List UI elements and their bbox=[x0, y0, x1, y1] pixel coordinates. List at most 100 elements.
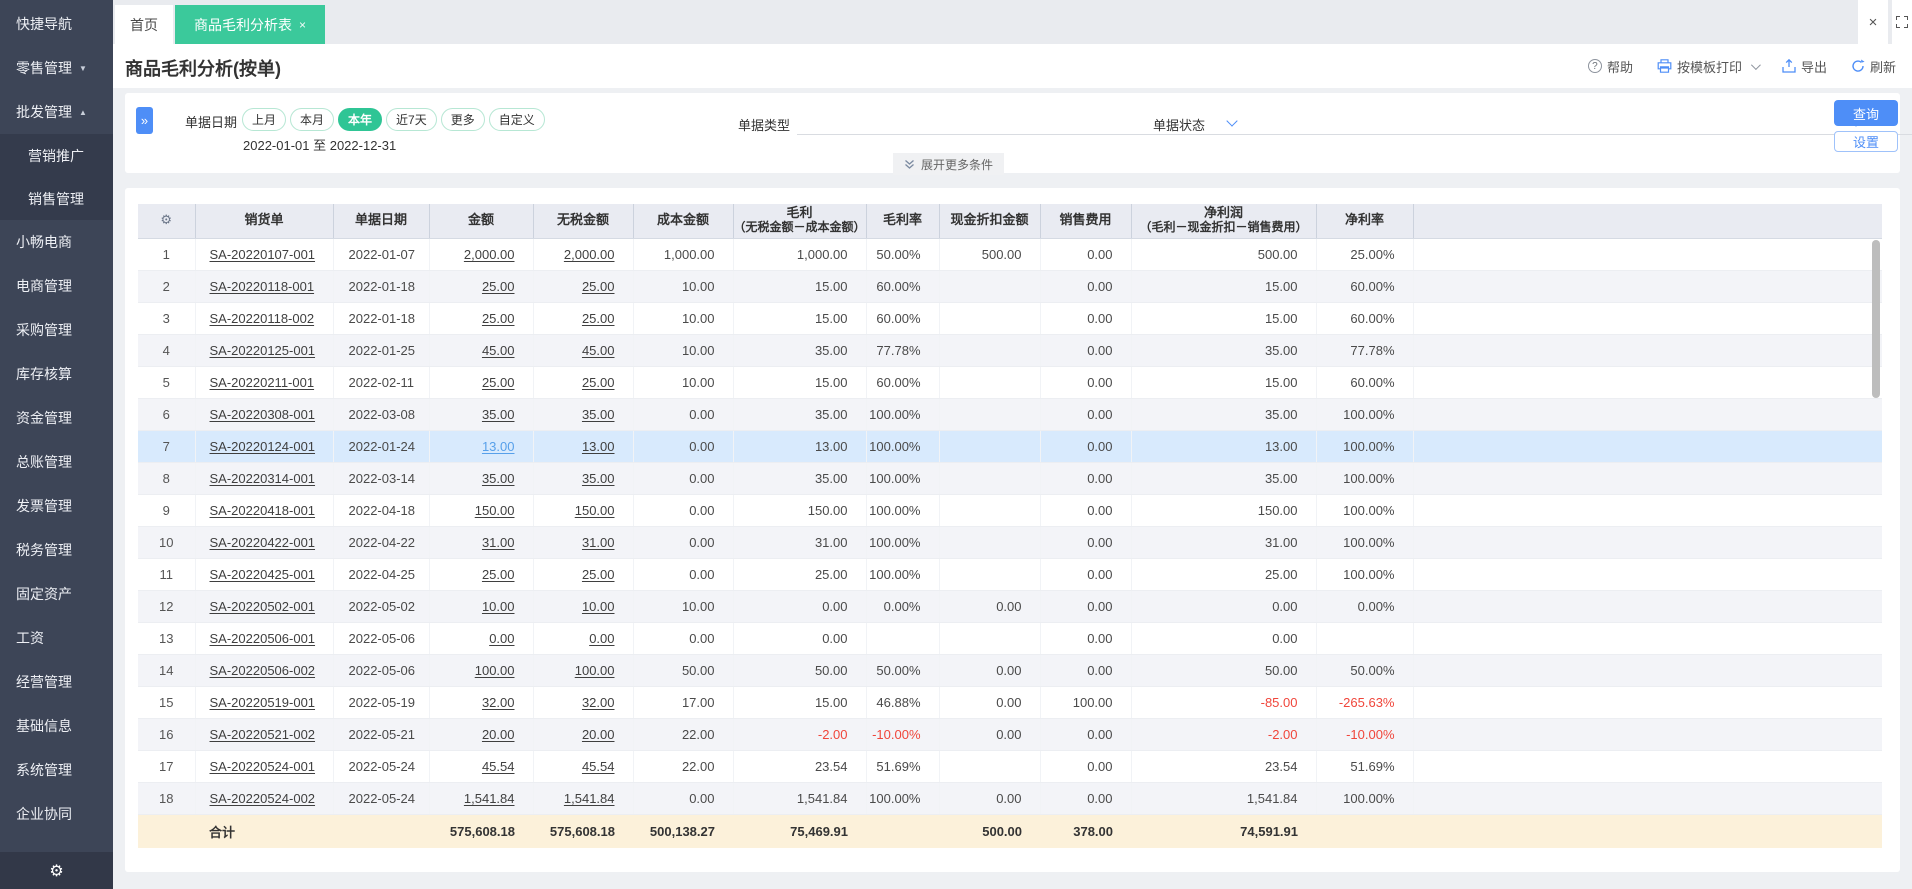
settings-button[interactable]: 设置 bbox=[1834, 131, 1898, 152]
sidebar-item-资金管理[interactable]: 资金管理 bbox=[0, 396, 113, 440]
sidebar-item-批发管理[interactable]: 批发管理 ▲ bbox=[0, 90, 113, 134]
cell-amount-link[interactable]: 31.00 bbox=[482, 535, 515, 550]
table-row[interactable]: 6 SA-20220308-001 2022-03-08 35.00 35.00 0.00… bbox=[138, 398, 1882, 431]
sidebar-item-营销推广[interactable]: 营销推广 bbox=[0, 134, 113, 177]
cell-amount-link[interactable]: 32.00 bbox=[482, 695, 515, 710]
table-row[interactable]: 5 SA-20220211-001 2022-02-11 25.00 25.00 10.0… bbox=[138, 366, 1882, 399]
doc-status-select[interactable] bbox=[1215, 109, 1912, 135]
cell-tax-free-amount-link[interactable]: 32.00 bbox=[582, 695, 615, 710]
date-pill-更多[interactable]: 更多 bbox=[440, 108, 485, 131]
fullscreen-button[interactable] bbox=[1892, 0, 1912, 44]
cell-tax-free-amount-link[interactable]: 10.00 bbox=[582, 599, 615, 614]
cell-doc-number-link[interactable]: SA-20220521-002 bbox=[210, 727, 316, 742]
cell-doc-number-link[interactable]: SA-20220519-001 bbox=[210, 695, 316, 710]
table-row[interactable]: 2 SA-20220118-001 2022-01-18 25.00 25.00 10.0… bbox=[138, 270, 1882, 303]
cell-doc-number-link[interactable]: SA-20220524-001 bbox=[210, 759, 316, 774]
refresh-button[interactable]: 刷新 bbox=[1851, 57, 1896, 76]
sidebar-item-快捷导航[interactable]: 快捷导航 bbox=[0, 2, 113, 46]
settings-gear-icon[interactable]: ⚙ bbox=[49, 861, 63, 881]
cell-doc-number-link[interactable]: SA-20220502-001 bbox=[210, 599, 316, 614]
chevron-down-icon[interactable] bbox=[1750, 59, 1761, 70]
tab-gross-profit-report[interactable]: 商品毛利分析表 × bbox=[175, 5, 325, 44]
sidebar-item-采购管理[interactable]: 采购管理 bbox=[0, 308, 113, 352]
cell-amount-link[interactable]: 25.00 bbox=[482, 567, 515, 582]
cell-tax-free-amount-link[interactable]: 0.00 bbox=[589, 631, 614, 646]
cell-doc-number-link[interactable]: SA-20220524-002 bbox=[210, 791, 316, 806]
sidebar-item-工资[interactable]: 工资 bbox=[0, 616, 113, 660]
sidebar-item-销售管理[interactable]: 销售管理 bbox=[0, 177, 113, 220]
cell-tax-free-amount-link[interactable]: 35.00 bbox=[582, 407, 615, 422]
column-settings-header[interactable]: ⚙ bbox=[138, 204, 196, 239]
sidebar-item-电商管理[interactable]: 电商管理 bbox=[0, 264, 113, 308]
cell-doc-number-link[interactable]: SA-20220418-001 bbox=[210, 503, 316, 518]
help-button[interactable]: ? 帮助 bbox=[1587, 57, 1633, 76]
cell-tax-free-amount-link[interactable]: 45.00 bbox=[582, 343, 615, 358]
expand-more-conditions-button[interactable]: 展开更多条件 bbox=[893, 153, 1005, 175]
tab-home[interactable]: 首页 bbox=[115, 5, 173, 44]
cell-doc-number-link[interactable]: SA-20220425-001 bbox=[210, 567, 316, 582]
cell-doc-number-link[interactable]: SA-20220107-001 bbox=[210, 247, 316, 262]
cell-tax-free-amount-link[interactable]: 1,541.84 bbox=[564, 791, 615, 806]
cell-amount-link[interactable]: 2,000.00 bbox=[464, 247, 515, 262]
date-pill-近7天[interactable]: 近7天 bbox=[386, 108, 437, 131]
table-row[interactable]: 3 SA-20220118-002 2022-01-18 25.00 25.00 10.0… bbox=[138, 302, 1882, 335]
sidebar-item-基础信息[interactable]: 基础信息 bbox=[0, 704, 113, 748]
cell-amount-link[interactable]: 45.00 bbox=[482, 343, 515, 358]
date-pill-上月[interactable]: 上月 bbox=[242, 108, 287, 131]
cell-tax-free-amount-link[interactable]: 150.00 bbox=[575, 503, 615, 518]
cell-amount-link[interactable]: 10.00 bbox=[482, 599, 515, 614]
query-button[interactable]: 查询 bbox=[1834, 100, 1898, 126]
cell-doc-number-link[interactable]: SA-20220422-001 bbox=[210, 535, 316, 550]
cell-amount-link[interactable]: 150.00 bbox=[475, 503, 515, 518]
cell-tax-free-amount-link[interactable]: 45.54 bbox=[582, 759, 615, 774]
table-row[interactable]: 11 SA-20220425-001 2022-04-25 25.00 25.00 0.0… bbox=[138, 558, 1882, 591]
cell-tax-free-amount-link[interactable]: 25.00 bbox=[582, 567, 615, 582]
table-row[interactable]: 17 SA-20220524-001 2022-05-24 45.54 45.54 22.… bbox=[138, 750, 1882, 783]
table-row[interactable]: 18 SA-20220524-002 2022-05-24 1,541.84 1,541… bbox=[138, 782, 1882, 815]
cell-doc-number-link[interactable]: SA-20220125-001 bbox=[210, 343, 316, 358]
cell-tax-free-amount-link[interactable]: 100.00 bbox=[575, 663, 615, 678]
sidebar-item-零售管理[interactable]: 零售管理 ▼ bbox=[0, 46, 113, 90]
vertical-scrollbar-thumb[interactable] bbox=[1872, 240, 1880, 398]
sidebar-item-总账管理[interactable]: 总账管理 bbox=[0, 440, 113, 484]
collapse-filter-button[interactable]: » bbox=[136, 107, 153, 134]
export-button[interactable]: 导出 bbox=[1782, 57, 1827, 76]
table-row[interactable]: 10 SA-20220422-001 2022-04-22 31.00 31.00 0.0… bbox=[138, 526, 1882, 559]
table-row[interactable]: 1 SA-20220107-001 2022-01-07 2,000.00 2,000.… bbox=[138, 238, 1882, 271]
sidebar-item-固定资产[interactable]: 固定资产 bbox=[0, 572, 113, 616]
cell-tax-free-amount-link[interactable]: 31.00 bbox=[582, 535, 615, 550]
cell-amount-link[interactable]: 25.00 bbox=[482, 311, 515, 326]
cell-doc-number-link[interactable]: SA-20220124-001 bbox=[210, 439, 316, 454]
tab-close-icon[interactable]: × bbox=[299, 19, 306, 31]
table-row[interactable]: 8 SA-20220314-001 2022-03-14 35.00 35.00 0.00… bbox=[138, 462, 1882, 495]
cell-amount-link[interactable]: 45.54 bbox=[482, 759, 515, 774]
close-tabs-button[interactable]: × bbox=[1858, 0, 1888, 44]
cell-tax-free-amount-link[interactable]: 35.00 bbox=[582, 471, 615, 486]
table-row[interactable]: 4 SA-20220125-001 2022-01-25 45.00 45.00 10.0… bbox=[138, 334, 1882, 367]
table-row[interactable]: 15 SA-20220519-001 2022-05-19 32.00 32.00 17.… bbox=[138, 686, 1882, 719]
sidebar-item-库存核算[interactable]: 库存核算 bbox=[0, 352, 113, 396]
cell-amount-link[interactable]: 0.00 bbox=[489, 631, 514, 646]
cell-tax-free-amount-link[interactable]: 25.00 bbox=[582, 375, 615, 390]
sidebar-item-发票管理[interactable]: 发票管理 bbox=[0, 484, 113, 528]
date-pill-自定义[interactable]: 自定义 bbox=[488, 108, 545, 131]
date-pill-本月[interactable]: 本月 bbox=[290, 108, 335, 131]
cell-doc-number-link[interactable]: SA-20220211-001 bbox=[210, 375, 315, 390]
sidebar-item-企业协同[interactable]: 企业协同 bbox=[0, 792, 113, 836]
table-row[interactable]: 16 SA-20220521-002 2022-05-21 20.00 20.00 22.… bbox=[138, 718, 1882, 751]
cell-doc-number-link[interactable]: SA-20220506-002 bbox=[210, 663, 316, 678]
cell-amount-link[interactable]: 35.00 bbox=[482, 471, 515, 486]
cell-amount-link[interactable]: 20.00 bbox=[482, 727, 515, 742]
cell-doc-number-link[interactable]: SA-20220314-001 bbox=[210, 471, 316, 486]
sidebar-item-系统管理[interactable]: 系统管理 bbox=[0, 748, 113, 792]
cell-amount-link[interactable]: 13.00 bbox=[482, 439, 515, 454]
sidebar-item-税务管理[interactable]: 税务管理 bbox=[0, 528, 113, 572]
table-row[interactable]: 7 SA-20220124-001 2022-01-24 13.00 13.00 0.00… bbox=[138, 430, 1882, 463]
cell-doc-number-link[interactable]: SA-20220506-001 bbox=[210, 631, 316, 646]
cell-amount-link[interactable]: 1,541.84 bbox=[464, 791, 515, 806]
cell-doc-number-link[interactable]: SA-20220308-001 bbox=[210, 407, 316, 422]
cell-tax-free-amount-link[interactable]: 20.00 bbox=[582, 727, 615, 742]
sidebar-item-经营管理[interactable]: 经营管理 bbox=[0, 660, 113, 704]
cell-doc-number-link[interactable]: SA-20220118-002 bbox=[210, 311, 315, 326]
cell-tax-free-amount-link[interactable]: 2,000.00 bbox=[564, 247, 615, 262]
